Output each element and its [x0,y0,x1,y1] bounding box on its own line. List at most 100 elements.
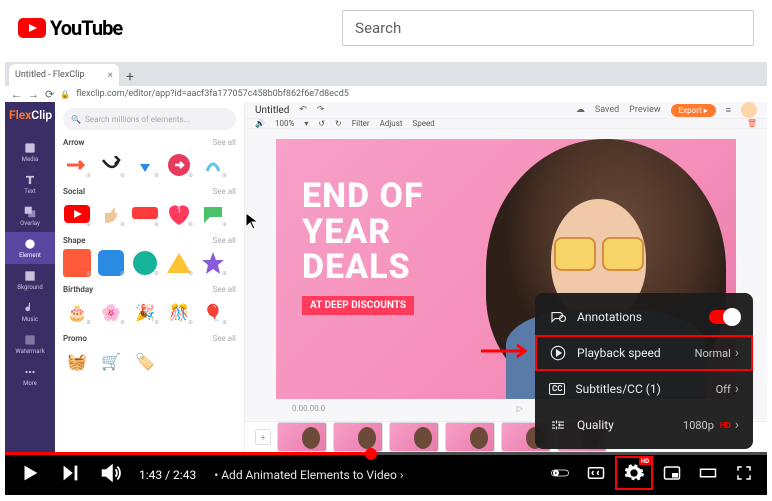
browser-chrome: Untitled - FlexClip × + ← → ⟳ 🔒 flexclip… [5,62,767,102]
sidebar-item-overlay: Overlay [5,200,55,232]
birthday-element: 🎈⊕ [199,298,227,326]
sidebar-item-media: Media [5,136,55,168]
promo-element: 🏷️ [131,347,159,375]
fullscreen-button[interactable] [735,464,753,486]
see-all-link: See all [213,236,236,245]
rotate-left-icon: ↺ [318,119,325,128]
settings-subtitles[interactable]: CC Subtitles/CC (1) Off › [535,371,753,407]
sidebar-item-background: Bkground [5,264,55,296]
promo-text: END OF YEAR DEALS AT DEEP DISCOUNTS [302,179,424,315]
see-all-link: See all [213,187,236,196]
menu-icon: ≡ [726,105,731,116]
flexclip-logo: FlexClip [9,108,52,122]
next-button[interactable] [59,462,81,488]
arrow-element: ⊕ [97,151,125,179]
settings-menu[interactable]: Annotations Playback speed Normal› CC Su… [535,293,753,449]
social-element: ⊕ [131,200,159,228]
speed-button: Speed [412,119,434,128]
search-input[interactable]: Search [342,10,754,46]
volume-icon: 🔊 [255,119,265,128]
birthday-element: 🎂⊕ [63,298,91,326]
flexclip-topbar: Untitled ↶ ↷ ☁ Saved Preview Export▸ ≡ [245,102,767,119]
settings-quality[interactable]: Quality 1080pHD› [535,407,753,443]
social-element: 1⊕ [165,200,193,228]
elements-panel: 🔍 Search millions of elements... ArrowSe… [55,102,245,452]
arrow-element: ⊕ [199,151,227,179]
youtube-logo[interactable]: YouTube [18,16,122,40]
birthday-element: 🎉⊕ [131,298,159,326]
promo-grid: 🧺 🛒 🏷️ [63,347,236,375]
section-social-title: Social [63,187,85,196]
adjust-button: Adjust [380,119,403,128]
social-element: ⊕ [97,200,125,228]
preview-button: Preview [629,105,660,115]
browser-tab: Untitled - FlexClip × [9,64,119,86]
autoplay-toggle[interactable] [551,464,569,486]
back-icon: ← [11,88,22,101]
timeline-add: + [255,429,271,445]
cc-icon: CC [549,383,565,395]
trash-icon: 🗑 [747,119,757,128]
subtitles-label: Subtitles/CC (1) [575,382,705,396]
timeline-clip [445,422,495,452]
see-all-link: See all [213,285,236,294]
chevron-right-icon: › [735,381,739,397]
sidebar-item-more: More [5,360,55,392]
forward-icon: → [28,88,39,101]
section-promo-title: Promo [63,334,87,343]
volume-button[interactable] [99,462,121,488]
redo-icon: ↷ [317,105,325,115]
svg-text:1: 1 [177,206,182,215]
element-search-placeholder: Search millions of elements... [85,115,190,124]
rotate-right-icon: ↻ [335,119,342,128]
quality-icon [549,416,567,434]
timeline-clip [277,422,327,452]
annotations-toggle[interactable] [709,310,739,324]
search-placeholder: Search [355,19,401,37]
promo-element: 🛒 [97,347,125,375]
social-grid: ⊕ ⊕ ⊕ 1⊕ ⊕ [63,200,236,228]
see-all-link: See all [213,334,236,343]
shape-element: ⊕ [165,249,193,277]
sidebar-item-text: Text [5,168,55,200]
miniplayer-button[interactable] [663,464,681,486]
subtitles-value: Off [716,383,731,396]
annotations-label: Annotations [577,310,699,324]
search-icon: 🔍 [71,115,81,124]
arrow-grid: ⊕ ⊕ ⊕ ⊕ ⊕ [63,151,236,179]
sidebar-item-music: Music [5,296,55,328]
player-controls: 1:43 / 2:43 • Add Animated Elements to V… [5,455,767,495]
birthday-grid: 🎂⊕ 🌸⊕ 🎉⊕ 🎊⊕ 🎈⊕ [63,298,236,326]
settings-button[interactable]: HD [623,462,645,488]
quality-value: 1080p [683,419,714,432]
playback-speed-icon [549,344,567,362]
address-url: flexclip.com/editor/app?id=aacf3fa177057… [76,89,349,99]
canvas-time: 0.00.00.0 [292,404,325,413]
shape-element: ⊕ [199,249,227,277]
cloud-icon: ☁ [576,105,585,115]
shape-element: ⊕ [131,249,159,277]
see-all-link: See all [213,138,236,147]
promo-element: 🧺 [63,347,91,375]
chapter-title[interactable]: • Add Animated Elements to Video › [214,468,403,482]
quality-label: Quality [577,418,673,432]
element-search: 🔍 Search millions of elements... [63,108,236,130]
social-element: ⊕ [63,200,91,228]
birthday-element: 🌸⊕ [97,298,125,326]
play-button[interactable] [19,462,41,488]
lock-icon: 🔒 [60,90,70,99]
youtube-brand-text: YouTube [50,16,122,40]
shape-element: ⊕ [97,249,125,277]
theater-button[interactable] [699,464,717,486]
tab-title: Untitled - FlexClip [15,70,85,80]
settings-annotations[interactable]: Annotations [535,299,753,335]
birthday-element: 🎊⊕ [165,298,193,326]
settings-playback-speed[interactable]: Playback speed Normal› [535,335,753,371]
tab-close-icon: × [108,70,113,81]
arrow-element: ⊕ [63,151,91,179]
nav-icons: ← → ⟳ [11,88,54,101]
hd-badge: HD [720,421,731,430]
shape-grid: ⊕ ⊕ ⊕ ⊕ ⊕ [63,249,236,277]
cc-button[interactable] [587,464,605,486]
saved-status: Saved [595,105,619,115]
